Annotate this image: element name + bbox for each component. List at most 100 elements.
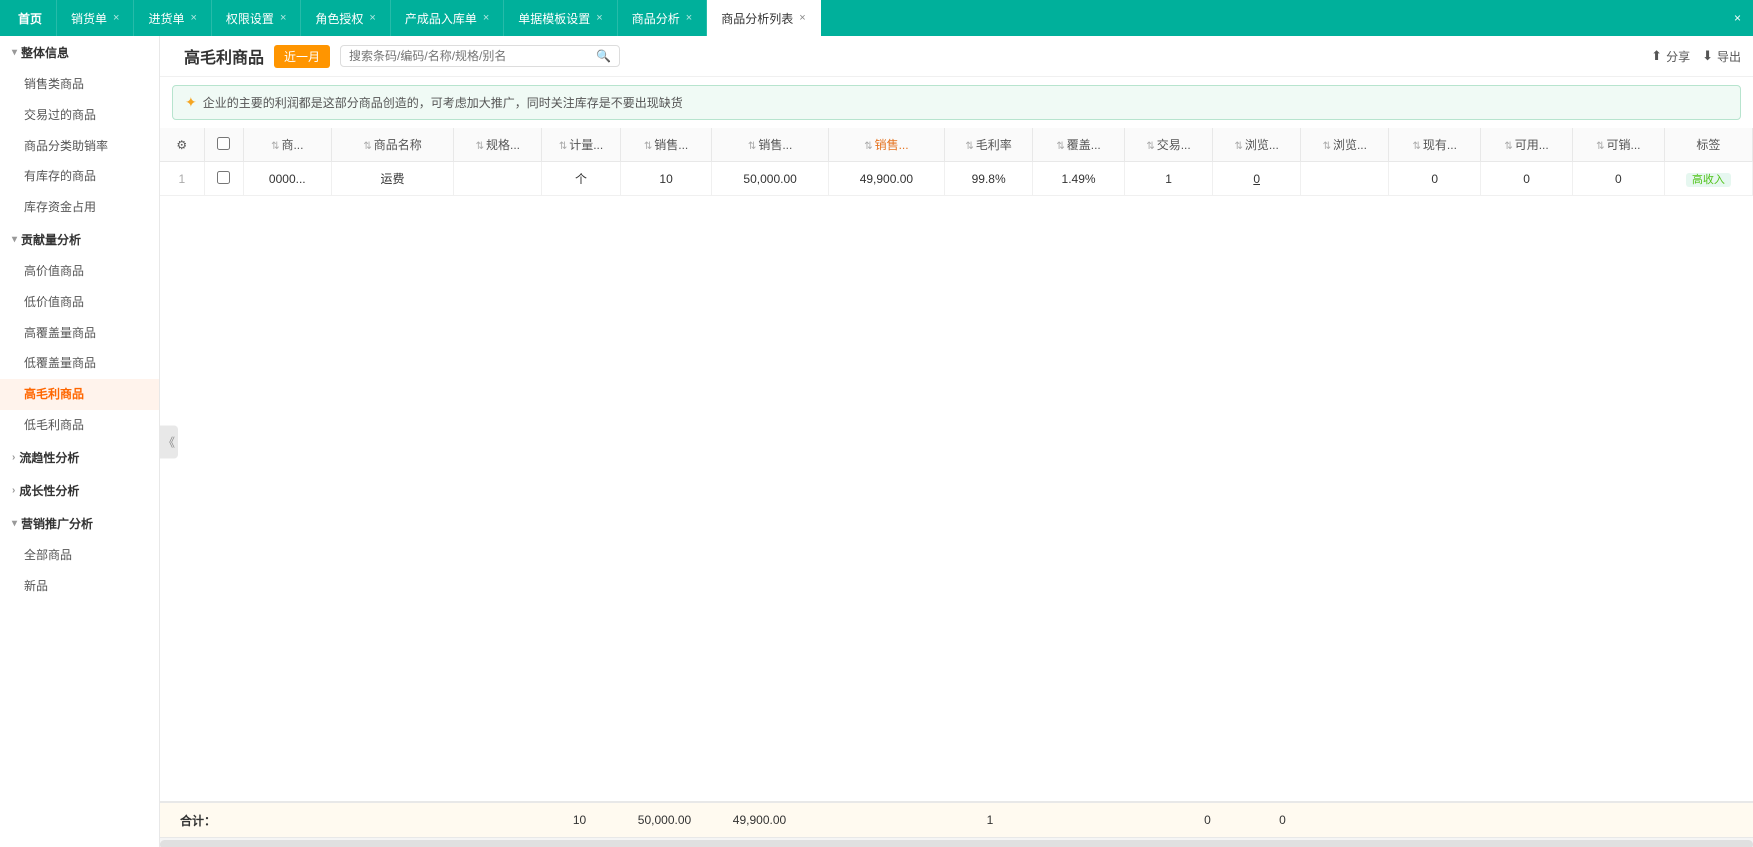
nav-label-inbound: 产成品入库单 [405, 10, 477, 27]
nav-tab-purchase[interactable]: 进货单 × [134, 0, 211, 36]
sidebar-group-contribution-label: 贡献量分析 [21, 231, 81, 248]
share-btn[interactable]: ⬆ 分享 [1651, 48, 1690, 65]
nav-tab-sales[interactable]: 销货单 × [57, 0, 134, 36]
sidebar-collapse-btn[interactable]: 《 [160, 425, 178, 458]
cell-coverage: 1.49% [1033, 162, 1125, 196]
col-settings[interactable]: ⚙ [160, 128, 204, 162]
col-name[interactable]: ⇅商品名称 [331, 128, 453, 162]
nav-label-template: 单据模板设置 [518, 10, 590, 27]
col-unit[interactable]: ⇅计量... [542, 128, 620, 162]
select-all-checkbox[interactable] [217, 137, 230, 150]
sidebar-item-in-stock[interactable]: 有库存的商品 [0, 161, 159, 192]
sidebar-group-growth[interactable]: › 成长性分析 [0, 474, 159, 507]
close-role-tab[interactable]: × [369, 12, 375, 24]
cell-views1[interactable]: 0 [1213, 162, 1301, 196]
content-area: 《 高毛利商品 近一月 🔍 ⬆ 分享 ⬇ 导出 ✦ 企 [160, 36, 1753, 847]
sidebar-item-low-margin[interactable]: 低毛利商品 [0, 410, 159, 441]
col-tag[interactable]: 标签 [1664, 128, 1752, 162]
cell-stock-available: 0 [1481, 162, 1573, 196]
sidebar-item-category-rate[interactable]: 商品分类助销率 [0, 131, 159, 162]
col-checkbox[interactable] [204, 128, 243, 162]
cell-name: 运费 [331, 162, 453, 196]
col-sales-qty[interactable]: ⇅销售... [620, 128, 712, 162]
sidebar-item-sales-goods[interactable]: 销售类商品 [0, 69, 159, 100]
sidebar-group-overall[interactable]: ▾ 整体信息 [0, 36, 159, 69]
sidebar-item-low-coverage[interactable]: 低覆盖量商品 [0, 348, 159, 379]
sidebar-item-all-goods[interactable]: 全部商品 [0, 540, 159, 571]
sidebar-item-new-goods[interactable]: 新品 [0, 571, 159, 602]
sidebar-group-trend[interactable]: › 流趋性分析 [0, 441, 159, 474]
footer-stock-current: 0 [1170, 813, 1245, 827]
sidebar-item-low-value[interactable]: 低价值商品 [0, 287, 159, 318]
collapse-arrow-growth: › [12, 485, 15, 496]
col-stock-available[interactable]: ⇅可用... [1481, 128, 1573, 162]
footer-sales-amount: 50,000.00 [617, 813, 712, 827]
sidebar-group-contribution[interactable]: ▾ 贡献量分析 [0, 223, 159, 256]
cell-gross-rate: 99.8% [945, 162, 1033, 196]
info-icon: ✦ [185, 94, 197, 111]
collapse-arrow-trend: › [12, 452, 15, 463]
nav-label-permission: 权限设置 [226, 10, 274, 27]
close-inbound-tab[interactable]: × [483, 12, 489, 24]
cell-transactions: 1 [1124, 162, 1212, 196]
sidebar-item-traded-goods[interactable]: 交易过的商品 [0, 100, 159, 131]
nav-tab-permission[interactable]: 权限设置 × [212, 0, 301, 36]
col-transactions[interactable]: ⇅交易... [1124, 128, 1212, 162]
table-header-row: ⚙ ⇅商... ⇅商品名称 ⇅规格... [160, 128, 1753, 162]
sidebar-item-high-margin[interactable]: 高毛利商品 [0, 379, 159, 410]
footer-stock-available: 0 [1245, 813, 1320, 827]
table-container: ⚙ ⇅商... ⇅商品名称 ⇅规格... [160, 128, 1753, 801]
close-permission-tab[interactable]: × [280, 12, 286, 24]
share-icon: ⬆ [1651, 48, 1662, 64]
sidebar-item-stock-capital[interactable]: 库存资金占用 [0, 192, 159, 223]
bottom-scrollbar[interactable] [160, 837, 1753, 847]
main-layout: ▾ 整体信息 销售类商品 交易过的商品 商品分类助销率 有库存的商品 库存资金占… [0, 36, 1753, 847]
col-sales-amount[interactable]: ⇅销售... [712, 128, 828, 162]
col-coverage[interactable]: ⇅覆盖... [1033, 128, 1125, 162]
search-icon[interactable]: 🔍 [596, 49, 611, 63]
table-row: 1 0000... 运费 个 10 50,000.00 49,900.00 99… [160, 162, 1753, 196]
nav-label-sales: 销货单 [71, 10, 107, 27]
nav-tab-role[interactable]: 角色授权 × [301, 0, 390, 36]
col-code[interactable]: ⇅商... [243, 128, 331, 162]
col-sales-profit[interactable]: ⇅销售... [828, 128, 944, 162]
close-sales-tab[interactable]: × [113, 12, 119, 24]
cell-checkbox[interactable] [204, 162, 243, 196]
nav-tab-analysis[interactable]: 商品分析 × [618, 0, 707, 36]
cell-stock-current: 0 [1389, 162, 1481, 196]
nav-tab-inbound[interactable]: 产成品入库单 × [391, 0, 504, 36]
nav-tab-home[interactable]: 首页 [4, 0, 57, 36]
content-header: 高毛利商品 近一月 🔍 ⬆ 分享 ⬇ 导出 [160, 36, 1753, 77]
col-spec[interactable]: ⇅规格... [454, 128, 542, 162]
col-views1[interactable]: ⇅浏览... [1213, 128, 1301, 162]
col-stock-sellable[interactable]: ⇅可销... [1572, 128, 1664, 162]
close-analysis-tab[interactable]: × [686, 12, 692, 24]
close-analysis-list-tab[interactable]: × [799, 12, 805, 24]
filter-period-btn[interactable]: 近一月 [274, 45, 330, 68]
footer-transactions: 1 [954, 813, 1026, 827]
window-close-btn[interactable]: × [1734, 11, 1749, 25]
row-checkbox[interactable] [217, 171, 230, 184]
export-btn[interactable]: ⬇ 导出 [1702, 48, 1741, 65]
search-input[interactable] [349, 49, 592, 63]
collapse-arrow-contribution: ▾ [12, 234, 17, 245]
close-template-tab[interactable]: × [596, 12, 602, 24]
nav-tab-template[interactable]: 单据模板设置 × [504, 0, 617, 36]
search-box[interactable]: 🔍 [340, 45, 620, 67]
nav-label-analysis-list: 商品分析列表 [721, 10, 793, 27]
footer-sales-qty: 10 [542, 813, 617, 827]
sidebar-item-high-value[interactable]: 高价值商品 [0, 256, 159, 287]
sidebar-item-high-coverage[interactable]: 高覆盖量商品 [0, 318, 159, 349]
nav-tab-analysis-list[interactable]: 商品分析列表 × [707, 0, 820, 36]
data-table: ⚙ ⇅商... ⇅商品名称 ⇅规格... [160, 128, 1753, 196]
cell-sales-qty: 10 [620, 162, 712, 196]
top-nav: 首页 销货单 × 进货单 × 权限设置 × 角色授权 × 产成品入库单 × 单据… [0, 0, 1753, 36]
col-stock-current[interactable]: ⇅现有... [1389, 128, 1481, 162]
cell-code: 0000... [243, 162, 331, 196]
sidebar-group-marketing[interactable]: ▾ 营销推广分析 [0, 507, 159, 540]
col-gross-rate[interactable]: ⇅毛利率 [945, 128, 1033, 162]
nav-label-role: 角色授权 [315, 10, 363, 27]
col-views2[interactable]: ⇅浏览... [1301, 128, 1389, 162]
cell-tag: 高收入 [1664, 162, 1752, 196]
close-purchase-tab[interactable]: × [190, 12, 196, 24]
